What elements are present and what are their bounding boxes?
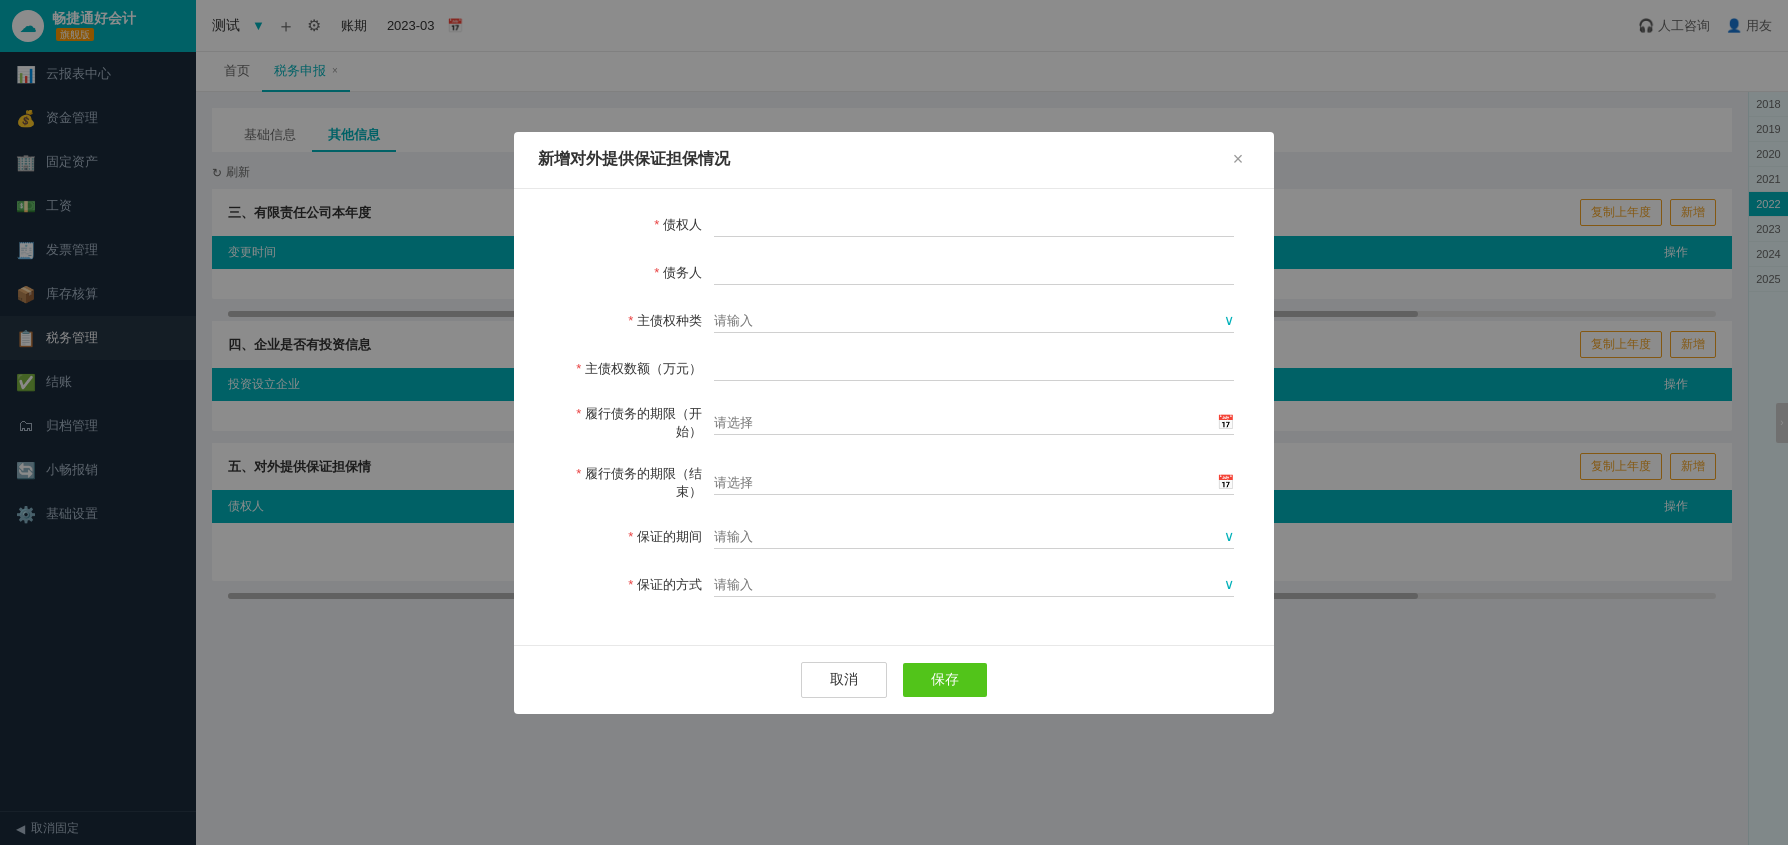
date-wrap-period-end: 📅 <box>714 471 1234 495</box>
input-period-end[interactable] <box>714 471 1217 494</box>
form-row-creditor: * 债权人 <box>554 213 1234 237</box>
required-mark: * <box>628 313 633 328</box>
form-label-claim-type: * 主债权种类 <box>554 312 714 330</box>
modal-overlay: 新增对外提供保证担保情况 × * 债权人 * 债务人 <box>0 0 1788 845</box>
form-label-creditor: * 债权人 <box>554 216 714 234</box>
required-mark: * <box>628 577 633 592</box>
form-row-guarantee-period: * 保证的期间 ∨ <box>554 525 1234 549</box>
required-mark: * <box>628 529 633 544</box>
chevron-down-icon-guarantee-period[interactable]: ∨ <box>1224 528 1234 544</box>
form-row-guarantee-method: * 保证的方式 ∨ <box>554 573 1234 597</box>
modal-header: 新增对外提供保证担保情况 × <box>514 132 1274 189</box>
chevron-down-icon-guarantee-method[interactable]: ∨ <box>1224 576 1234 592</box>
input-period-start[interactable] <box>714 411 1217 434</box>
select-guarantee-period[interactable] <box>714 525 1224 548</box>
select-wrap-claim-type: ∨ <box>714 309 1234 333</box>
calendar-icon-start[interactable]: 📅 <box>1217 414 1234 430</box>
input-claim-amount[interactable] <box>714 357 1234 381</box>
cancel-button[interactable]: 取消 <box>801 662 887 698</box>
form-label-debtor: * 债务人 <box>554 264 714 282</box>
date-wrap-period-start: 📅 <box>714 411 1234 435</box>
form-label-claim-amount: * 主债权数额（万元） <box>554 360 714 378</box>
required-mark: * <box>654 265 659 280</box>
form-label-period-start: * 履行债务的期限（开始） <box>554 405 714 441</box>
modal-title: 新增对外提供保证担保情况 <box>538 149 730 170</box>
form-label-guarantee-period: * 保证的期间 <box>554 528 714 546</box>
calendar-icon-end[interactable]: 📅 <box>1217 474 1234 490</box>
chevron-down-icon-claim-type[interactable]: ∨ <box>1224 312 1234 328</box>
modal-close-btn[interactable]: × <box>1226 148 1250 172</box>
form-label-period-end: * 履行债务的期限（结束） <box>554 465 714 501</box>
select-guarantee-method[interactable] <box>714 573 1224 596</box>
select-wrap-guarantee-period: ∨ <box>714 525 1234 549</box>
form-row-debtor: * 债务人 <box>554 261 1234 285</box>
form-row-period-end: * 履行债务的期限（结束） 📅 <box>554 465 1234 501</box>
required-mark: * <box>576 406 581 421</box>
input-creditor[interactable] <box>714 213 1234 237</box>
modal-dialog: 新增对外提供保证担保情况 × * 债权人 * 债务人 <box>514 132 1274 714</box>
required-mark: * <box>576 466 581 481</box>
form-row-claim-type: * 主债权种类 ∨ <box>554 309 1234 333</box>
required-mark: * <box>654 217 659 232</box>
required-mark: * <box>576 361 581 376</box>
form-label-guarantee-method: * 保证的方式 <box>554 576 714 594</box>
select-claim-type[interactable] <box>714 309 1224 332</box>
form-row-period-start: * 履行债务的期限（开始） 📅 <box>554 405 1234 441</box>
input-debtor[interactable] <box>714 261 1234 285</box>
modal-body: * 债权人 * 债务人 * 主债权种 <box>514 189 1274 645</box>
save-button[interactable]: 保存 <box>903 663 987 697</box>
form-row-claim-amount: * 主债权数额（万元） <box>554 357 1234 381</box>
modal-footer: 取消 保存 <box>514 645 1274 714</box>
select-wrap-guarantee-method: ∨ <box>714 573 1234 597</box>
